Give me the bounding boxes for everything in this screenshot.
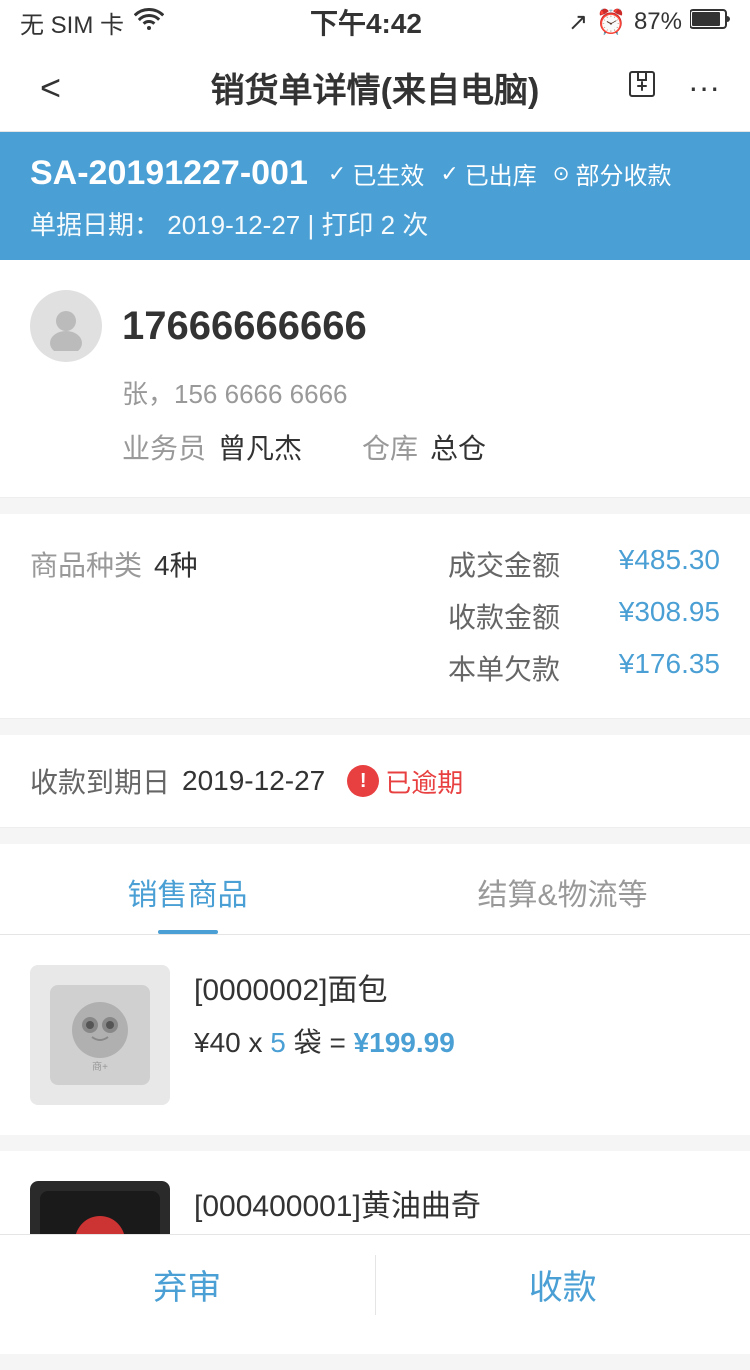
financial-amounts: 成交金额 ¥485.30 收款金额 ¥308.95 本单欠款 ¥176.35: [448, 544, 720, 688]
overdue-badge: ! 已逾期: [347, 763, 463, 800]
tab-settlement[interactable]: 结算&物流等: [375, 844, 750, 934]
tabs-section: 销售商品 结算&物流等: [0, 844, 750, 935]
confirm-button[interactable]: 收款: [376, 1235, 750, 1334]
deal-amount-value: ¥485.30: [580, 544, 720, 584]
cancel-button[interactable]: 弃审: [0, 1235, 375, 1334]
product-count-value: 4种: [154, 544, 198, 584]
product-types-row: 商品种类 4种: [30, 544, 198, 584]
status-badge-partial: ⊙ 部分收款: [553, 156, 672, 191]
warehouse-value: 总仓: [430, 427, 486, 467]
received-row: 收款金额 ¥308.95: [448, 596, 720, 636]
warehouse-item: 仓库 总仓: [362, 427, 486, 467]
customer-sub-info: 张，156 6666 6666: [30, 374, 720, 411]
customer-meta: 业务员 曾凡杰 仓库 总仓: [30, 427, 720, 467]
back-button[interactable]: <: [30, 57, 71, 119]
debt-label: 本单欠款: [448, 648, 560, 688]
amounts-section: 商品种类 4种 成交金额 ¥485.30 收款金额 ¥308.95 本单欠款 ¥…: [0, 514, 750, 719]
battery-label: 87%: [634, 8, 682, 36]
order-date-info: 单据日期： 2019-12-27 | 打印 2 次: [30, 205, 720, 242]
more-icon[interactable]: ···: [688, 69, 720, 106]
sales-rep-label: 业务员: [122, 427, 206, 467]
customer-section: 17666666666 张，156 6666 6666 业务员 曾凡杰 仓库 总…: [0, 260, 750, 498]
product-total-1: ¥199.99: [354, 1027, 455, 1058]
nav-bar: < 销货单详情(来自电脑) ···: [0, 44, 750, 132]
due-date-section: 收款到期日 2019-12-27 ! 已逾期: [0, 735, 750, 828]
product-price-1: ¥40 x 5 袋 = ¥199.99: [194, 1021, 720, 1061]
status-badge-effective: ✓ 已生效: [328, 156, 424, 191]
product-types-info: 商品种类 4种: [30, 544, 198, 584]
product-info-1: [0000002]面包 ¥40 x 5 袋 = ¥199.99: [194, 965, 720, 1061]
order-id: SA-20191227-001: [30, 154, 308, 193]
battery-icon: [690, 8, 730, 37]
debt-row: 本单欠款 ¥176.35: [448, 648, 720, 688]
deal-amount-label: 成交金额: [448, 544, 560, 584]
deal-amount-row: 成交金额 ¥485.30: [448, 544, 720, 584]
product-qty-1: 5: [270, 1027, 286, 1058]
status-left: 无 SIM 卡: [20, 5, 164, 40]
tab-products[interactable]: 销售商品: [0, 844, 375, 934]
sales-rep-item: 业务员 曾凡杰: [122, 427, 302, 467]
product-thumb-1: 商+: [30, 965, 170, 1105]
svg-text:商+: 商+: [92, 1060, 108, 1073]
alarm-icon: ⏰: [596, 8, 626, 37]
status-time: 下午4:42: [310, 2, 422, 42]
due-date-label: 收款到期日: [30, 761, 170, 801]
debt-value: ¥176.35: [580, 648, 720, 688]
customer-phone: 17666666666: [122, 304, 367, 349]
nav-right-actions: ···: [626, 68, 720, 108]
customer-avatar: [30, 290, 102, 362]
order-header-band: SA-20191227-001 ✓ 已生效 ✓ 已出库 ⊙ 部分收款 单据日期：…: [0, 132, 750, 260]
received-label: 收款金额: [448, 596, 560, 636]
location-icon: ↗: [568, 8, 588, 37]
overdue-text: 已逾期: [385, 763, 463, 800]
carrier-label: 无 SIM 卡: [20, 5, 124, 40]
share-icon[interactable]: [626, 68, 658, 108]
bottom-bar: 弃审 收款: [0, 1234, 750, 1334]
warehouse-label: 仓库: [362, 427, 418, 467]
due-date-value: 2019-12-27: [182, 765, 325, 797]
page-title: 销货单详情(来自电脑): [211, 63, 540, 112]
overdue-icon: !: [347, 765, 379, 797]
received-value: ¥308.95: [580, 596, 720, 636]
list-item: 商+ [0000002]面包 ¥40 x 5 袋 = ¥199.99: [0, 935, 750, 1135]
sales-rep-value: 曾凡杰: [218, 427, 302, 467]
wifi-icon: [134, 8, 164, 37]
product-name-2: [000400001]黄油曲奇: [194, 1181, 720, 1225]
product-name-1: [0000002]面包: [194, 965, 720, 1009]
status-badge-shipped: ✓ 已出库: [440, 156, 536, 191]
status-bar: 无 SIM 卡 下午4:42 ↗ ⏰ 87%: [0, 0, 750, 44]
order-status-badges: ✓ 已生效 ✓ 已出库 ⊙ 部分收款: [328, 156, 672, 191]
product-types-label: 商品种类: [30, 544, 142, 584]
status-right: ↗ ⏰ 87%: [568, 8, 730, 37]
